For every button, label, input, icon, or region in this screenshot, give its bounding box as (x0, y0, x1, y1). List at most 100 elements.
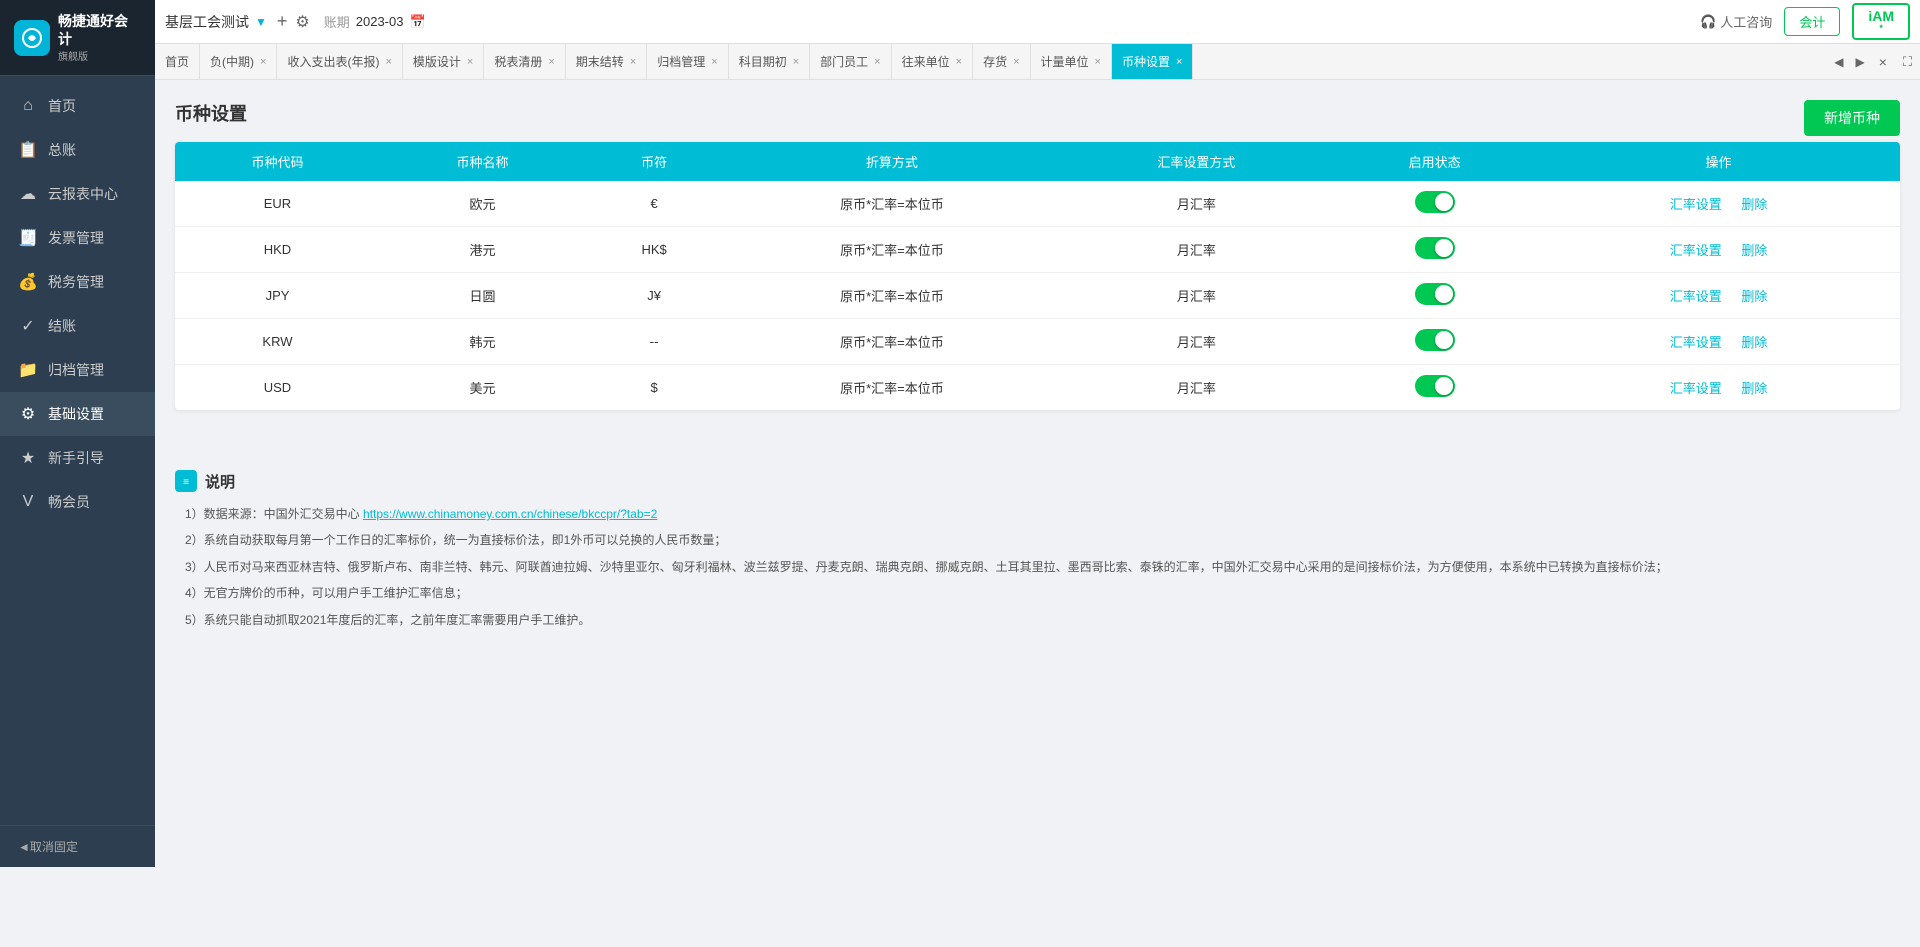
toggle-thumb (1435, 331, 1453, 349)
tab-archive[interactable]: 归档管理 × (647, 44, 728, 79)
notice-item-2: 2）系统自动获取每月第一个工作日的汇率标价，统一为直接标价法，即1外币可以兑换的… (185, 530, 1900, 550)
tab-tax[interactable]: 税表清册 × (484, 44, 565, 79)
new-currency-button[interactable]: 新增币种 (1804, 100, 1900, 136)
cell-actions: 汇率设置 删除 (1537, 273, 1900, 319)
sidebar-logo-text: 畅捷通好会计 旗舰版 (58, 12, 141, 63)
cell-actions: 汇率设置 删除 (1537, 227, 1900, 273)
tab-inventory[interactable]: 存货 × (973, 44, 1030, 79)
enabled-toggle[interactable] (1415, 191, 1455, 213)
cell-toggle (1332, 181, 1537, 227)
rate-setting-link[interactable]: 汇率设置 (1670, 243, 1722, 258)
tab-label: 模版设计 (413, 53, 461, 70)
tab-currency[interactable]: 币种设置 × (1112, 44, 1193, 79)
tab-close-icon[interactable]: × (711, 56, 717, 68)
tab-close-icon[interactable]: × (385, 56, 391, 68)
sidebar-item-label: 结账 (48, 316, 76, 336)
tab-clients[interactable]: 往来单位 × (892, 44, 973, 79)
tab-income[interactable]: 收入支出表(年报) × (277, 44, 402, 79)
col-code: 币种代码 (175, 142, 380, 181)
cell-toggle (1332, 227, 1537, 273)
col-calc: 折算方式 (723, 142, 1060, 181)
rate-setting-link[interactable]: 汇率设置 (1670, 381, 1722, 396)
tab-close-icon[interactable]: × (548, 56, 554, 68)
sidebar-item-invoice[interactable]: 🧾 发票管理 (0, 216, 155, 260)
cell-2: -- (585, 319, 723, 365)
tab-close-icon[interactable]: × (793, 56, 799, 68)
tab-close-icon[interactable]: × (1013, 56, 1019, 68)
cell-0: JPY (175, 273, 380, 319)
sidebar-item-guide[interactable]: ★ 新手引导 (0, 436, 155, 480)
sidebar-item-home[interactable]: ⌂ 首页 (0, 84, 155, 128)
enabled-toggle[interactable] (1415, 237, 1455, 259)
tab-label: 归档管理 (657, 53, 705, 70)
table-row: EUR欧元€原币*汇率=本位币月汇率 汇率设置 删除 (175, 181, 1900, 227)
page-title: 币种设置 (175, 100, 1900, 126)
tab-close-icon[interactable]: × (467, 56, 473, 68)
tab-close-icon[interactable]: × (874, 56, 880, 68)
tab-subjects[interactable]: 科目期初 × (729, 44, 810, 79)
notice-link[interactable]: https://www.chinamoney.com.cn/chinese/bk… (363, 507, 657, 521)
calendar-icon[interactable]: 📅 (409, 14, 425, 30)
sidebar-item-settings[interactable]: ⚙ 基础设置 (0, 392, 155, 436)
delete-link[interactable]: 删除 (1741, 335, 1767, 350)
tab-close-icon[interactable]: × (1176, 56, 1182, 68)
tab-close-icon[interactable]: × (1095, 56, 1101, 68)
sidebar-item-label: 归档管理 (48, 360, 104, 380)
enabled-toggle[interactable] (1415, 329, 1455, 351)
sidebar-item-reports[interactable]: ☁ 云报表中心 (0, 172, 155, 216)
sidebar-navigation: ⌂ 首页 📋 总账 ☁ 云报表中心 🧾 发票管理 💰 税务管理 ✓ 结账 📁 归… (0, 76, 155, 825)
tab-template[interactable]: 模版设计 × (403, 44, 484, 79)
headset-icon: 🎧 (1700, 14, 1716, 30)
toggle-track (1415, 375, 1455, 397)
notice-item-3: 3）人民币对马来西亚林吉特、俄罗斯卢布、南非兰特、韩元、阿联酋迪拉姆、沙特里亚尔… (185, 557, 1900, 577)
tab-balance[interactable]: 负(中期) × (200, 44, 277, 79)
add-tab-button[interactable]: + (277, 11, 288, 32)
cell-toggle (1332, 273, 1537, 319)
tab-label: 税表清册 (494, 53, 542, 70)
tab-expand-icon[interactable]: ⛶ (1895, 50, 1920, 74)
notice-item-1: 1）数据来源：中国外汇交易中心 https://www.chinamoney.c… (185, 504, 1900, 524)
sidebar: 畅捷通好会计 旗舰版 ⌂ 首页 📋 总账 ☁ 云报表中心 🧾 发票管理 💰 税务… (0, 0, 155, 867)
rate-setting-link[interactable]: 汇率设置 (1670, 289, 1722, 304)
cell-1: 港元 (380, 227, 585, 273)
sidebar-item-ledger[interactable]: 📋 总账 (0, 128, 155, 172)
cell-3: 原币*汇率=本位币 (723, 319, 1060, 365)
member-icon: V (18, 493, 38, 511)
sidebar-pin-toggle[interactable]: ◄取消固定 (0, 825, 155, 867)
sidebar-item-member[interactable]: V 畅会员 (0, 480, 155, 524)
toggle-track (1415, 283, 1455, 305)
tab-close-icon[interactable]: × (630, 56, 636, 68)
tab-close-all-icon[interactable]: × (1871, 50, 1895, 74)
notice-item-5: 5）系统只能自动抓取2021年度后的汇率，之前年度汇率需要用户手工维护。 (185, 610, 1900, 630)
delete-link[interactable]: 删除 (1741, 197, 1767, 212)
tab-next-icon[interactable]: ▶ (1849, 51, 1870, 73)
tab-close-icon[interactable]: × (956, 56, 962, 68)
rate-setting-link[interactable]: 汇率设置 (1670, 197, 1722, 212)
notice-title-row: ≡ 说明 (175, 470, 1900, 492)
sidebar-item-tax[interactable]: 💰 税务管理 (0, 260, 155, 304)
cell-3: 原币*汇率=本位币 (723, 365, 1060, 411)
cell-toggle (1332, 365, 1537, 411)
delete-link[interactable]: 删除 (1741, 243, 1767, 258)
sidebar-item-archive[interactable]: 📁 归档管理 (0, 348, 155, 392)
user-role-button[interactable]: 会计 (1784, 7, 1840, 36)
topbar-right: 🎧 人工咨询 会计 iAM * (1700, 3, 1910, 40)
delete-link[interactable]: 删除 (1741, 289, 1767, 304)
cell-toggle (1332, 319, 1537, 365)
rate-setting-link[interactable]: 汇率设置 (1670, 335, 1722, 350)
iam-badge[interactable]: iAM * (1852, 3, 1910, 40)
topbar-settings-icon[interactable]: ⚙ (295, 12, 309, 32)
help-button[interactable]: 🎧 人工咨询 (1700, 12, 1772, 31)
tab-close-icon[interactable]: × (260, 56, 266, 68)
tab-home[interactable]: 首页 (155, 44, 200, 79)
period-value: 2023-03 (356, 14, 404, 29)
enabled-toggle[interactable] (1415, 375, 1455, 397)
sidebar-item-settlement[interactable]: ✓ 结账 (0, 304, 155, 348)
tab-unit[interactable]: 计量单位 × (1031, 44, 1112, 79)
delete-link[interactable]: 删除 (1741, 381, 1767, 396)
company-dropdown-icon[interactable]: ▼ (255, 15, 267, 29)
tab-period-end[interactable]: 期末结转 × (566, 44, 647, 79)
tab-prev-icon[interactable]: ◀ (1828, 51, 1849, 73)
tab-dept[interactable]: 部门员工 × (810, 44, 891, 79)
enabled-toggle[interactable] (1415, 283, 1455, 305)
